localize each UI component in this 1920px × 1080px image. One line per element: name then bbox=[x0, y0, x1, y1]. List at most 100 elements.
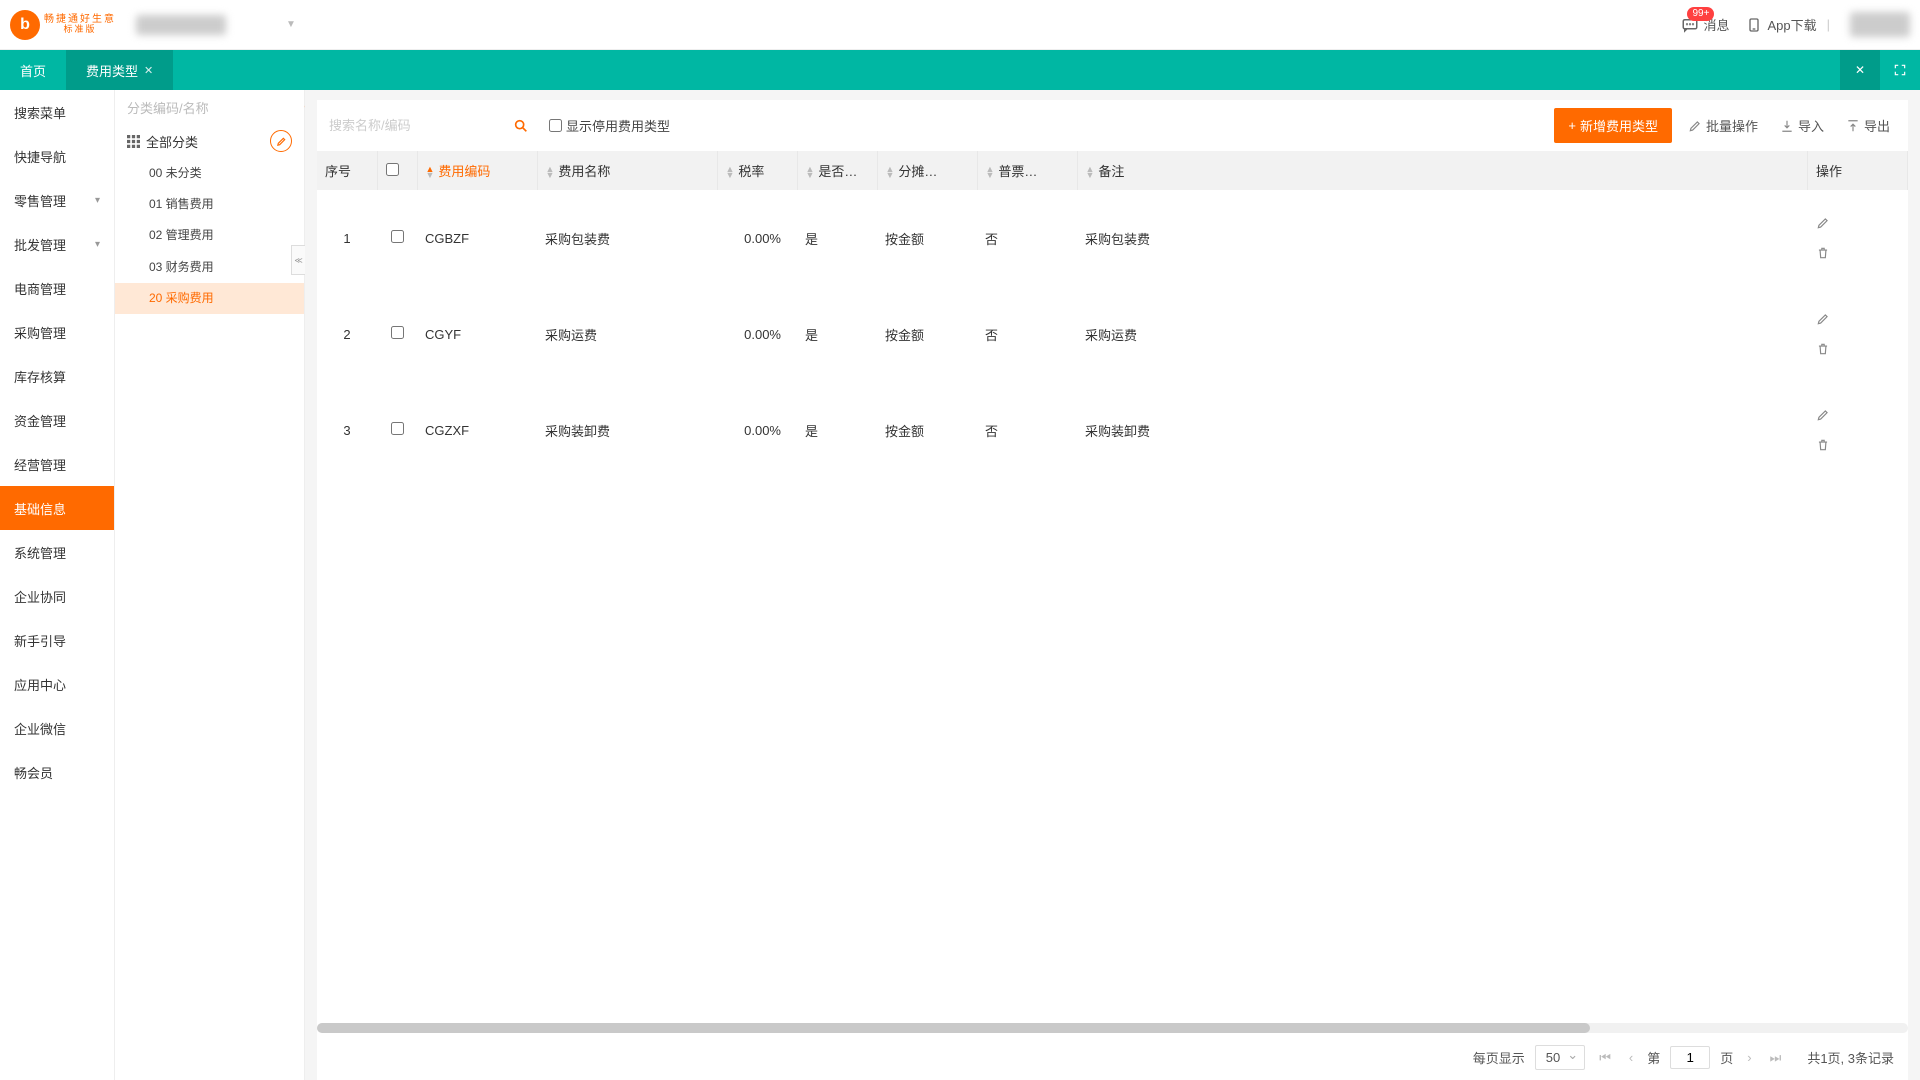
cell-rate: 0.00% bbox=[717, 286, 797, 382]
th-rate[interactable]: ▲▼税率 bbox=[717, 151, 797, 190]
nav-item[interactable]: 库存核算 bbox=[0, 354, 114, 398]
app-download-button[interactable]: App下载 bbox=[1745, 15, 1816, 34]
delete-row-button[interactable] bbox=[1816, 438, 1900, 452]
select-all-checkbox[interactable] bbox=[386, 163, 399, 176]
nav-item[interactable]: 资金管理 bbox=[0, 398, 114, 442]
nav-item-label: 基础信息 bbox=[14, 499, 66, 518]
nav-item[interactable]: 零售管理▾ bbox=[0, 178, 114, 222]
category-item[interactable]: 02 管理费用 bbox=[115, 220, 304, 251]
import-button[interactable]: 导入 bbox=[1774, 110, 1830, 141]
cell-note: 采购装卸费 bbox=[1077, 382, 1808, 478]
chevron-down-icon: ▾ bbox=[95, 195, 100, 206]
horizontal-scrollbar[interactable] bbox=[317, 1021, 1908, 1035]
edit-icon bbox=[1688, 119, 1702, 133]
row-checkbox[interactable] bbox=[391, 326, 404, 339]
page-size-select[interactable]: 50 bbox=[1535, 1045, 1585, 1070]
row-checkbox[interactable] bbox=[391, 230, 404, 243]
th-index[interactable]: 序号 bbox=[317, 151, 377, 190]
tab-close-icon[interactable]: ✕ bbox=[144, 64, 153, 77]
prev-page-button[interactable]: ‹ bbox=[1625, 1050, 1637, 1065]
th-ticket[interactable]: ▲▼普票… bbox=[977, 151, 1077, 190]
cell-can: 是 bbox=[797, 190, 877, 286]
collapse-panel-button[interactable]: ≪ bbox=[291, 245, 305, 275]
tab-expense-type-label: 费用类型 bbox=[86, 61, 138, 80]
next-page-button[interactable]: › bbox=[1743, 1050, 1755, 1065]
batch-operations-button[interactable]: 批量操作 bbox=[1682, 110, 1764, 141]
main-panel: 显示停用费用类型 + 新增费用类型 批量操作 导入 导出 bbox=[305, 90, 1920, 1080]
row-checkbox[interactable] bbox=[391, 422, 404, 435]
nav-item[interactable]: 采购管理 bbox=[0, 310, 114, 354]
nav-item-label: 电商管理 bbox=[14, 279, 66, 298]
close-all-tabs-button[interactable]: ✕ bbox=[1840, 50, 1880, 90]
table-search-input[interactable] bbox=[329, 115, 513, 137]
nav-item[interactable]: 快捷导航 bbox=[0, 134, 114, 178]
nav-item[interactable]: 批发管理▾ bbox=[0, 222, 114, 266]
cell-rate: 0.00% bbox=[717, 190, 797, 286]
nav-item[interactable]: 企业协同 bbox=[0, 574, 114, 618]
nav-item-label: 经营管理 bbox=[14, 455, 66, 474]
first-page-button[interactable]: ⏮ bbox=[1595, 1050, 1615, 1066]
page-input[interactable] bbox=[1670, 1046, 1710, 1069]
tab-home[interactable]: 首页 bbox=[0, 50, 66, 90]
export-button[interactable]: 导出 bbox=[1840, 110, 1896, 141]
last-page-button[interactable]: ⏭ bbox=[1766, 1050, 1786, 1066]
delete-row-button[interactable] bbox=[1816, 246, 1900, 260]
app-download-label: App下载 bbox=[1767, 15, 1816, 34]
show-disabled-input[interactable] bbox=[549, 119, 562, 132]
category-item[interactable]: 01 销售费用 bbox=[115, 189, 304, 220]
edit-category-button[interactable] bbox=[270, 130, 292, 152]
category-item[interactable]: 00 未分类 bbox=[115, 158, 304, 189]
nav-item-label: 系统管理 bbox=[14, 543, 66, 562]
tab-expense-type[interactable]: 费用类型 ✕ bbox=[66, 50, 173, 90]
messages-button[interactable]: 99+ 消息 bbox=[1681, 15, 1729, 34]
th-name[interactable]: ▲▼费用名称 bbox=[537, 151, 717, 190]
fullscreen-button[interactable] bbox=[1880, 50, 1920, 90]
nav-item[interactable]: 基础信息 bbox=[0, 486, 114, 530]
nav-item[interactable]: 应用中心 bbox=[0, 662, 114, 706]
th-checkbox[interactable] bbox=[377, 151, 417, 190]
nav-item[interactable]: 畅会员 bbox=[0, 750, 114, 794]
nav-item[interactable]: 电商管理 bbox=[0, 266, 114, 310]
edit-row-button[interactable] bbox=[1816, 408, 1900, 422]
nav-item[interactable]: 新手引导 bbox=[0, 618, 114, 662]
edit-row-button[interactable] bbox=[1816, 312, 1900, 326]
category-search-input[interactable] bbox=[127, 101, 303, 116]
page-total: 共1页, 3条记录 bbox=[1807, 1048, 1894, 1067]
new-expense-type-button[interactable]: + 新增费用类型 bbox=[1554, 108, 1672, 143]
per-page-label: 每页显示 bbox=[1473, 1048, 1525, 1067]
nav-item[interactable]: 系统管理 bbox=[0, 530, 114, 574]
nav-item-label: 企业协同 bbox=[14, 587, 66, 606]
avatar[interactable] bbox=[1850, 12, 1910, 37]
cell-method: 按金额 bbox=[877, 286, 977, 382]
new-expense-type-label: 新增费用类型 bbox=[1580, 116, 1658, 135]
page-suffix: 页 bbox=[1720, 1048, 1733, 1067]
category-item[interactable]: 03 财务费用 bbox=[115, 252, 304, 283]
nav-item-label: 新手引导 bbox=[14, 631, 66, 650]
export-icon bbox=[1846, 119, 1860, 133]
category-item[interactable]: 20 采购费用 bbox=[115, 283, 304, 314]
left-nav: 搜索菜单快捷导航零售管理▾批发管理▾ 电商管理采购管理库存核算资金管理经营管理基础… bbox=[0, 90, 115, 1080]
th-can[interactable]: ▲▼是否… bbox=[797, 151, 877, 190]
import-label: 导入 bbox=[1798, 116, 1824, 135]
account-chevron-icon[interactable]: ▼ bbox=[286, 19, 296, 30]
nav-item[interactable]: 经营管理 bbox=[0, 442, 114, 486]
account-name[interactable] bbox=[136, 15, 226, 35]
messages-badge: 99+ bbox=[1687, 7, 1714, 21]
export-label: 导出 bbox=[1864, 116, 1890, 135]
th-note[interactable]: ▲▼备注 bbox=[1077, 151, 1808, 190]
tab-bar: 首页 费用类型 ✕ ✕ bbox=[0, 50, 1920, 90]
search-icon[interactable] bbox=[513, 118, 529, 134]
delete-row-button[interactable] bbox=[1816, 342, 1900, 356]
th-method[interactable]: ▲▼分摊… bbox=[877, 151, 977, 190]
cell-code: CGYF bbox=[417, 286, 537, 382]
category-all[interactable]: 全部分类 bbox=[115, 124, 304, 158]
nav-item-label: 快捷导航 bbox=[14, 147, 66, 166]
cell-can: 是 bbox=[797, 286, 877, 382]
top-header: b 畅捷通好生意 标准版 ▼ 99+ 消息 App下载 | bbox=[0, 0, 1920, 50]
nav-item[interactable]: 企业微信 bbox=[0, 706, 114, 750]
th-code[interactable]: ▲▼费用编码 bbox=[417, 151, 537, 190]
cell-index: 3 bbox=[317, 382, 377, 478]
show-disabled-checkbox[interactable]: 显示停用费用类型 bbox=[549, 116, 670, 135]
nav-item[interactable]: 搜索菜单 bbox=[0, 90, 114, 134]
edit-row-button[interactable] bbox=[1816, 216, 1900, 230]
